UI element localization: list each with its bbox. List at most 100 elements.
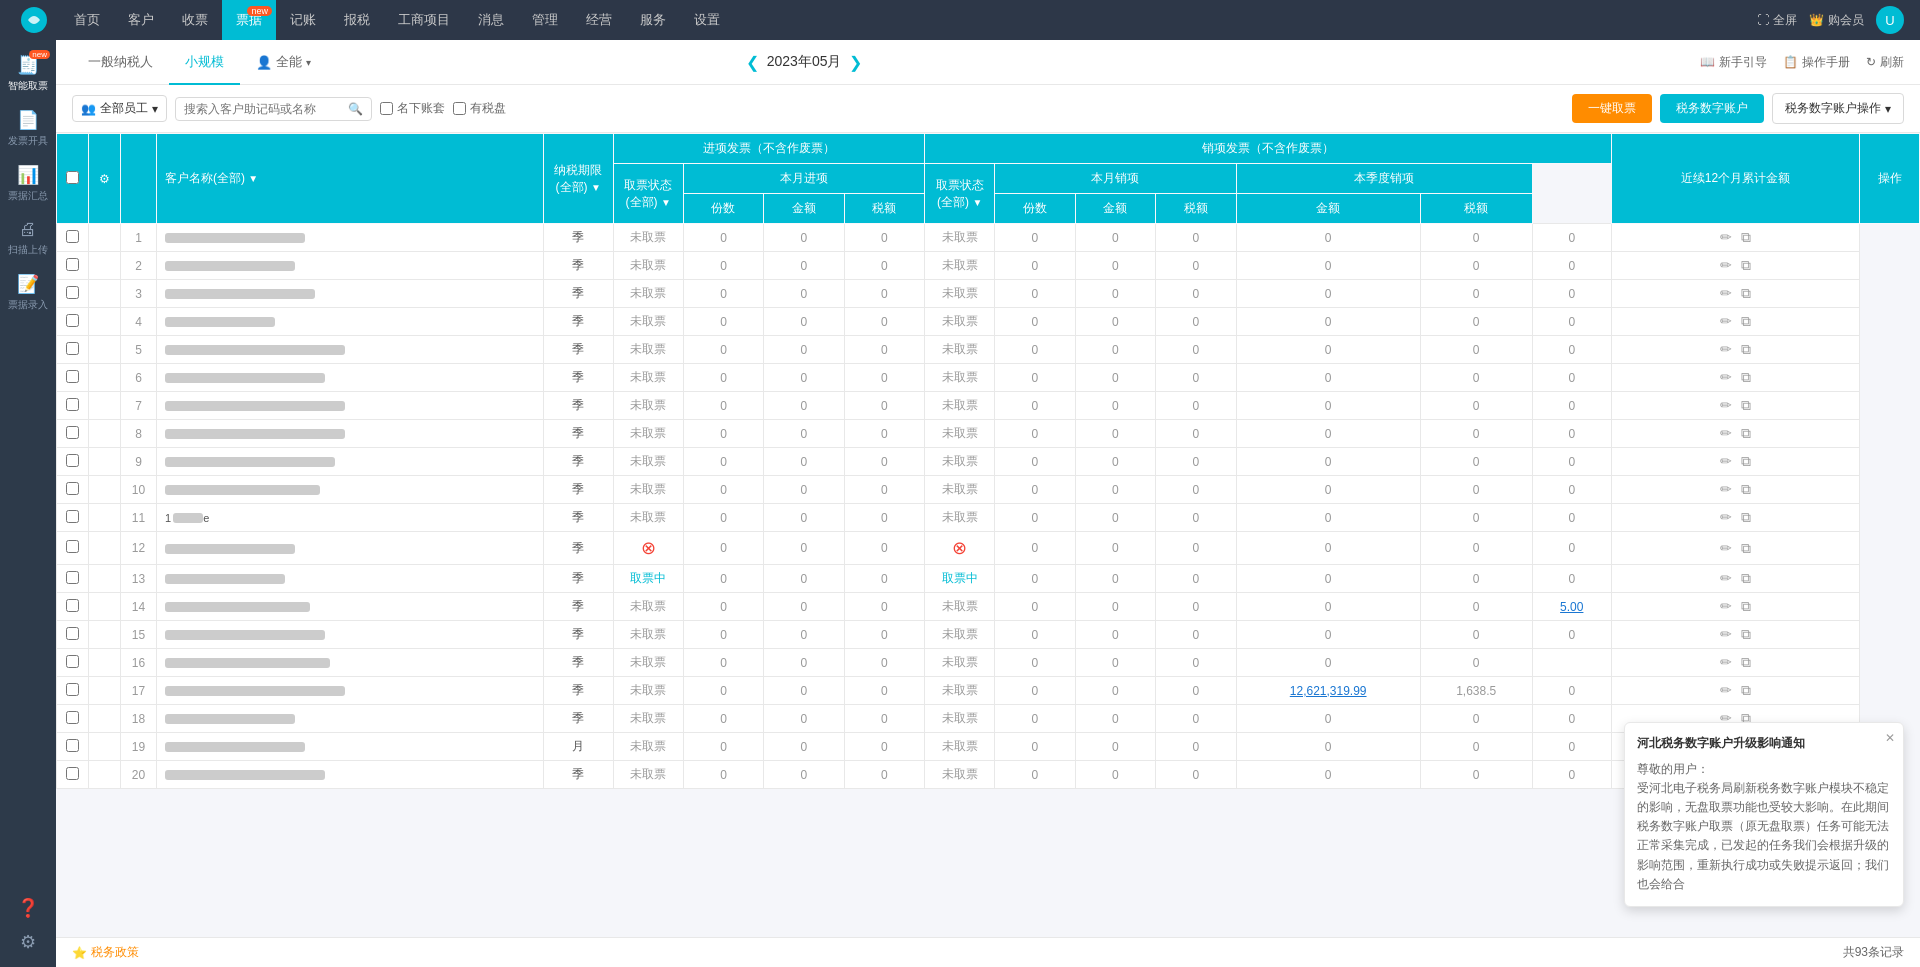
tab-small-scale[interactable]: 小规模 — [169, 41, 240, 85]
edit-btn[interactable]: ✏ — [1717, 654, 1735, 670]
subsidiary-checkbox[interactable] — [380, 102, 393, 115]
edit-btn[interactable]: ✏ — [1717, 313, 1735, 329]
copy-btn[interactable]: ⧉ — [1738, 509, 1754, 525]
copy-btn[interactable]: ⧉ — [1738, 570, 1754, 586]
nav-item-manage[interactable]: 管理 — [518, 0, 572, 40]
cell-checkbox[interactable] — [57, 308, 89, 336]
nav-item-accounting[interactable]: 记账 — [276, 0, 330, 40]
copy-btn[interactable]: ⧉ — [1738, 425, 1754, 441]
edit-btn[interactable]: ✏ — [1717, 341, 1735, 357]
copy-btn[interactable]: ⧉ — [1738, 285, 1754, 301]
date-prev-btn[interactable]: ❮ — [746, 53, 759, 72]
edit-btn[interactable]: ✏ — [1717, 285, 1735, 301]
fullscreen-btn[interactable]: ⛶ 全屏 — [1757, 12, 1797, 29]
sidebar-item-open-invoice[interactable]: 📄 发票开具 — [4, 103, 52, 154]
th-name[interactable]: 客户名称(全部) ▼ — [157, 134, 544, 224]
manual-btn[interactable]: 📋 操作手册 — [1783, 54, 1850, 71]
cell-checkbox[interactable] — [57, 593, 89, 621]
copy-btn[interactable]: ⧉ — [1738, 481, 1754, 497]
tax-disk-checkbox[interactable] — [453, 102, 466, 115]
nav-item-invoice[interactable]: 票据new — [222, 0, 276, 40]
cell-checkbox[interactable] — [57, 392, 89, 420]
copy-btn[interactable]: ⧉ — [1738, 654, 1754, 670]
cell-checkbox[interactable] — [57, 705, 89, 733]
one-click-fetch-btn[interactable]: 一键取票 — [1572, 94, 1652, 123]
cell-checkbox[interactable] — [57, 448, 89, 476]
cell-checkbox[interactable] — [57, 280, 89, 308]
cell-checkbox[interactable] — [57, 476, 89, 504]
copy-btn[interactable]: ⧉ — [1738, 397, 1754, 413]
nav-item-operation[interactable]: 经营 — [572, 0, 626, 40]
cell-checkbox[interactable] — [57, 733, 89, 761]
copy-btn[interactable]: ⧉ — [1738, 369, 1754, 385]
nav-item-home[interactable]: 首页 — [60, 0, 114, 40]
tab-all-capable[interactable]: 👤 全能 ▾ — [240, 41, 327, 85]
sidebar-item-scan[interactable]: 🖨 扫描上传 — [4, 213, 52, 263]
edit-btn[interactable]: ✏ — [1717, 682, 1735, 698]
cell-checkbox[interactable] — [57, 224, 89, 252]
edit-btn[interactable]: ✏ — [1717, 626, 1735, 642]
select-all-checkbox[interactable] — [66, 171, 79, 184]
th-setting[interactable]: ⚙ — [89, 134, 121, 224]
cell-checkbox[interactable] — [57, 532, 89, 565]
cell-checkbox[interactable] — [57, 420, 89, 448]
sidebar-item-settings-bottom[interactable]: ⚙ — [4, 925, 52, 959]
cell-checkbox[interactable] — [57, 565, 89, 593]
edit-btn[interactable]: ✏ — [1717, 570, 1735, 586]
search-icon[interactable]: 🔍 — [348, 102, 363, 116]
cell-checkbox[interactable] — [57, 761, 89, 789]
copy-btn[interactable]: ⧉ — [1738, 682, 1754, 698]
cell-checkbox[interactable] — [57, 504, 89, 532]
edit-btn[interactable]: ✏ — [1717, 257, 1735, 273]
copy-btn[interactable]: ⧉ — [1738, 257, 1754, 273]
nav-item-business[interactable]: 工商项目 — [384, 0, 464, 40]
nav-item-settings[interactable]: 设置 — [680, 0, 734, 40]
th-input-status[interactable]: 取票状态(全部) ▼ — [613, 164, 683, 224]
edit-btn[interactable]: ✏ — [1717, 598, 1735, 614]
new-guide-btn[interactable]: 📖 新手引导 — [1700, 54, 1767, 71]
notification-close-btn[interactable]: ✕ — [1885, 731, 1895, 745]
th-tax-period[interactable]: 纳税期限(全部) ▼ — [543, 134, 613, 224]
copy-btn[interactable]: ⧉ — [1738, 453, 1754, 469]
digital-account-btn[interactable]: 税务数字账户 — [1660, 94, 1764, 123]
avatar[interactable]: U — [1876, 6, 1904, 34]
edit-btn[interactable]: ✏ — [1717, 509, 1735, 525]
nav-item-message[interactable]: 消息 — [464, 0, 518, 40]
subsidiary-checkbox-label[interactable]: 名下账套 — [380, 100, 445, 117]
cell-checkbox[interactable] — [57, 336, 89, 364]
edit-btn[interactable]: ✏ — [1717, 453, 1735, 469]
employee-select[interactable]: 👥 全部员工 ▾ — [72, 95, 167, 122]
sidebar-item-smart-ticket[interactable]: 🧾 智能取票 new — [4, 48, 52, 99]
copy-btn[interactable]: ⧉ — [1738, 341, 1754, 357]
copy-btn[interactable]: ⧉ — [1738, 598, 1754, 614]
nav-item-tax[interactable]: 报税 — [330, 0, 384, 40]
edit-btn[interactable]: ✏ — [1717, 540, 1735, 556]
edit-btn[interactable]: ✏ — [1717, 369, 1735, 385]
cell-checkbox[interactable] — [57, 252, 89, 280]
cell-checkbox[interactable] — [57, 649, 89, 677]
tax-policy-btn[interactable]: ⭐ 税务政策 — [72, 944, 139, 961]
digital-account-ops-btn[interactable]: 税务数字账户操作 ▾ — [1772, 93, 1904, 124]
cell-checkbox[interactable] — [57, 621, 89, 649]
tax-disk-checkbox-label[interactable]: 有税盘 — [453, 100, 506, 117]
copy-btn[interactable]: ⧉ — [1738, 229, 1754, 245]
cell-checkbox[interactable] — [57, 364, 89, 392]
sidebar-item-summary[interactable]: 📊 票据汇总 — [4, 158, 52, 209]
nav-item-customer[interactable]: 客户 — [114, 0, 168, 40]
copy-btn[interactable]: ⧉ — [1738, 540, 1754, 556]
cell-checkbox[interactable] — [57, 677, 89, 705]
th-output-status[interactable]: 取票状态(全部) ▼ — [925, 164, 995, 224]
nav-item-service[interactable]: 服务 — [626, 0, 680, 40]
sidebar-item-help[interactable]: ❓ — [4, 891, 52, 925]
refresh-btn[interactable]: ↻ 刷新 — [1866, 54, 1904, 71]
th-checkbox[interactable] — [57, 134, 89, 224]
search-input[interactable] — [184, 102, 344, 116]
copy-btn[interactable]: ⧉ — [1738, 626, 1754, 642]
edit-btn[interactable]: ✏ — [1717, 425, 1735, 441]
tab-general-taxpayer[interactable]: 一般纳税人 — [72, 41, 169, 85]
sidebar-item-entry[interactable]: 📝 票据录入 — [4, 267, 52, 318]
date-next-btn[interactable]: ❯ — [849, 53, 862, 72]
edit-btn[interactable]: ✏ — [1717, 481, 1735, 497]
copy-btn[interactable]: ⧉ — [1738, 313, 1754, 329]
nav-item-receipt[interactable]: 收票 — [168, 0, 222, 40]
